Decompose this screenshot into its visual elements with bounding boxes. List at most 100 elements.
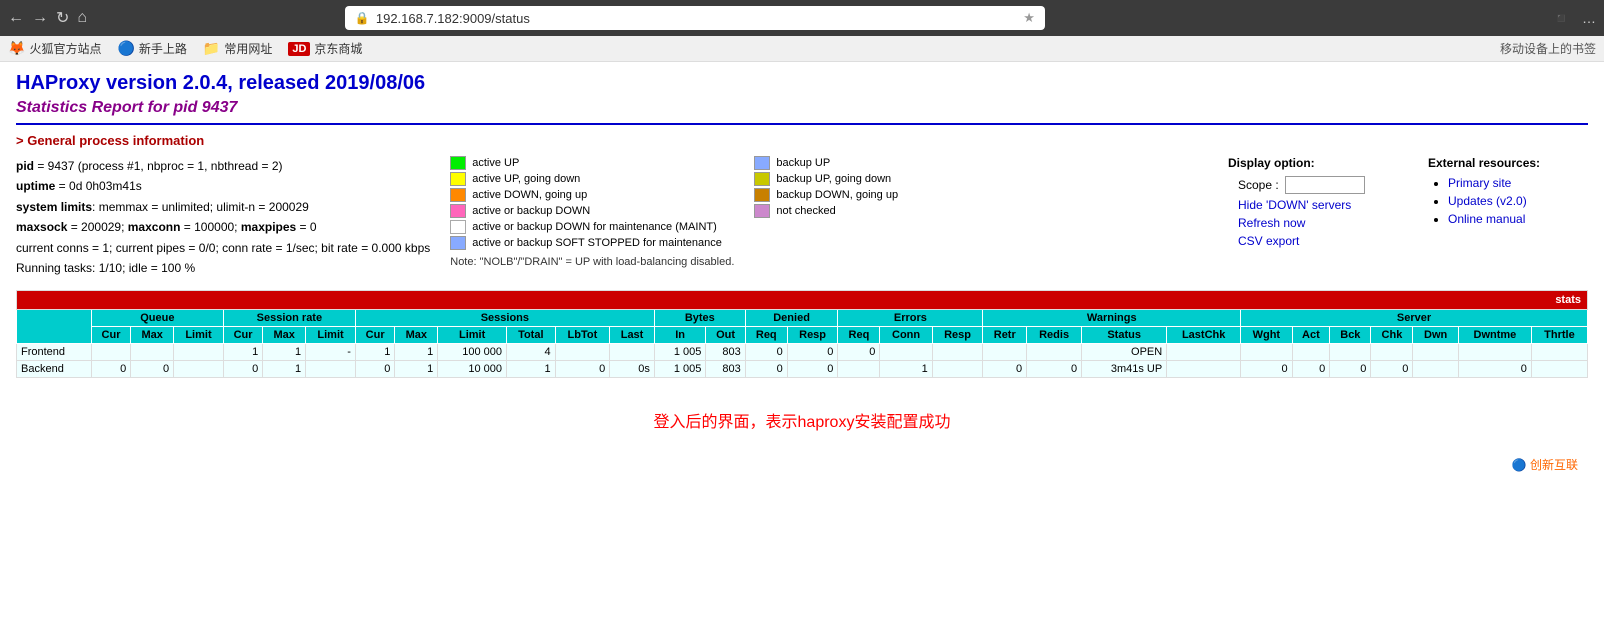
- tasks-line: Running tasks: 1/10; idle = 100 %: [16, 258, 430, 278]
- cell: 1: [395, 361, 438, 378]
- legend-color-box: [450, 172, 466, 186]
- cell: 100 000: [438, 344, 507, 361]
- legend-color-box: [754, 156, 770, 170]
- security-icon: 🔒: [355, 11, 370, 25]
- primary-site-item: Primary site: [1448, 176, 1588, 190]
- home-button[interactable]: ⌂: [77, 9, 87, 27]
- cell: 0: [787, 361, 838, 378]
- display-options-title: Display option:: [1228, 156, 1408, 170]
- legend-soft-stop: active or backup SOFT STOPPED for mainte…: [450, 236, 734, 250]
- bookmark-firefox[interactable]: 🦊 火狐官方站点: [8, 40, 101, 57]
- cell: [880, 344, 932, 361]
- legend-color-box: [450, 156, 466, 170]
- cell: [1371, 344, 1413, 361]
- scope-input[interactable]: [1285, 176, 1365, 194]
- cell: [1531, 344, 1587, 361]
- legend-section: active UP active UP, going down active D…: [450, 156, 1208, 268]
- cell: [555, 344, 610, 361]
- th-denied: Denied: [745, 310, 838, 327]
- cell: 0: [355, 361, 394, 378]
- th-e-conn: Conn: [880, 327, 932, 344]
- cell: [932, 361, 983, 378]
- cell: [838, 361, 880, 378]
- external-resources: External resources: Primary site Updates…: [1428, 156, 1588, 230]
- legend-color-box: [754, 204, 770, 218]
- cell: 0: [745, 361, 787, 378]
- th-sr-lim: Limit: [306, 327, 356, 344]
- th-s-max: Max: [395, 327, 438, 344]
- bookmark-start[interactable]: 🔵 新手上路: [117, 40, 186, 57]
- th-sr-max: Max: [263, 327, 306, 344]
- th-wght: Wght: [1241, 327, 1292, 344]
- refresh-button[interactable]: ↻: [56, 8, 69, 28]
- row-name: Backend: [17, 361, 92, 378]
- stats-table: stats Queue Session rate Sessions Bytes …: [16, 290, 1588, 378]
- cell: [91, 344, 130, 361]
- cell: 0: [1241, 361, 1292, 378]
- csv-export-link[interactable]: CSV export: [1238, 234, 1299, 248]
- legend-label: active UP: [472, 157, 519, 169]
- legend-maint: active or backup DOWN for maintenance (M…: [450, 220, 734, 234]
- cell: 0: [838, 344, 880, 361]
- cell: 1 005: [654, 361, 706, 378]
- th-session-rate: Session rate: [223, 310, 355, 327]
- uptime-line: uptime = 0d 0h03m41s: [16, 176, 430, 196]
- pid-line: pid = 9437 (process #1, nbproc = 1, nbth…: [16, 156, 430, 176]
- th-q-max: Max: [131, 327, 174, 344]
- cell: [1241, 344, 1292, 361]
- online-manual-link[interactable]: Online manual: [1448, 212, 1525, 226]
- url-text: 192.168.7.182:9009/status: [376, 11, 530, 26]
- legend-color-box: [450, 188, 466, 202]
- bookmark-jd[interactable]: JD 京东商城: [288, 40, 362, 57]
- cell: 1: [223, 344, 262, 361]
- primary-site-link[interactable]: Primary site: [1448, 176, 1511, 190]
- cell: [983, 344, 1027, 361]
- th-b-in: In: [654, 327, 706, 344]
- th-dwn: Dwn: [1413, 327, 1458, 344]
- refresh-now-item: Refresh now: [1238, 216, 1408, 230]
- bookmark-common[interactable]: 📁 常用网址: [203, 40, 272, 57]
- cell: [610, 344, 655, 361]
- forward-button[interactable]: →: [32, 9, 48, 27]
- stats-subtitle: Statistics Report for pid 9437: [16, 99, 1588, 117]
- cell: 0: [555, 361, 610, 378]
- display-options: Display option: Scope : Hide 'DOWN' serv…: [1228, 156, 1408, 252]
- th-s-lbtot: LbTot: [555, 327, 610, 344]
- back-button[interactable]: ←: [8, 9, 24, 27]
- cell: 0: [983, 361, 1027, 378]
- cell: [1531, 361, 1587, 378]
- th-w-retr: Retr: [983, 327, 1027, 344]
- bookmark-label: 常用网址: [224, 40, 272, 57]
- th-errors: Errors: [838, 310, 983, 327]
- legend-note: Note: "NOLB"/"DRAIN" = UP with load-bala…: [450, 256, 734, 268]
- cell: 0: [1458, 361, 1531, 378]
- cell: [1167, 344, 1241, 361]
- address-bar[interactable]: 🔒 192.168.7.182:9009/status ★: [345, 6, 1045, 30]
- th-e-resp: Resp: [932, 327, 983, 344]
- scope-label: Scope :: [1238, 178, 1279, 192]
- cell: 1: [263, 361, 306, 378]
- hide-down-servers-link[interactable]: Hide 'DOWN' servers: [1238, 198, 1351, 212]
- folder-icon: 📁: [203, 40, 220, 57]
- th-bytes: Bytes: [654, 310, 745, 327]
- legend-color-box: [754, 172, 770, 186]
- browser-toolbar: ◾ …: [1553, 10, 1596, 27]
- bookmark-label: 火狐官方站点: [29, 40, 101, 57]
- cell: 1: [880, 361, 932, 378]
- cell: 1 005: [654, 344, 706, 361]
- cell: [932, 344, 983, 361]
- legend-label: not checked: [776, 205, 835, 217]
- cell: 0: [91, 361, 130, 378]
- cell: 0s: [610, 361, 655, 378]
- th-dwntme: Dwntme: [1458, 327, 1531, 344]
- cell: 803: [706, 361, 745, 378]
- th-server: Server: [1241, 310, 1588, 327]
- updates-link[interactable]: Updates (v2.0): [1448, 194, 1527, 208]
- th-s-cur: Cur: [355, 327, 394, 344]
- refresh-now-link[interactable]: Refresh now: [1238, 216, 1305, 230]
- cell: 1: [507, 361, 556, 378]
- table-row: Backend 0 0 0 1 0 1 10 000 1 0 0s 1 005 …: [17, 361, 1588, 378]
- legend-label: active or backup SOFT STOPPED for mainte…: [472, 237, 722, 249]
- mobile-bookmarks: 移动设备上的书签: [1500, 40, 1596, 57]
- divider: [16, 123, 1588, 125]
